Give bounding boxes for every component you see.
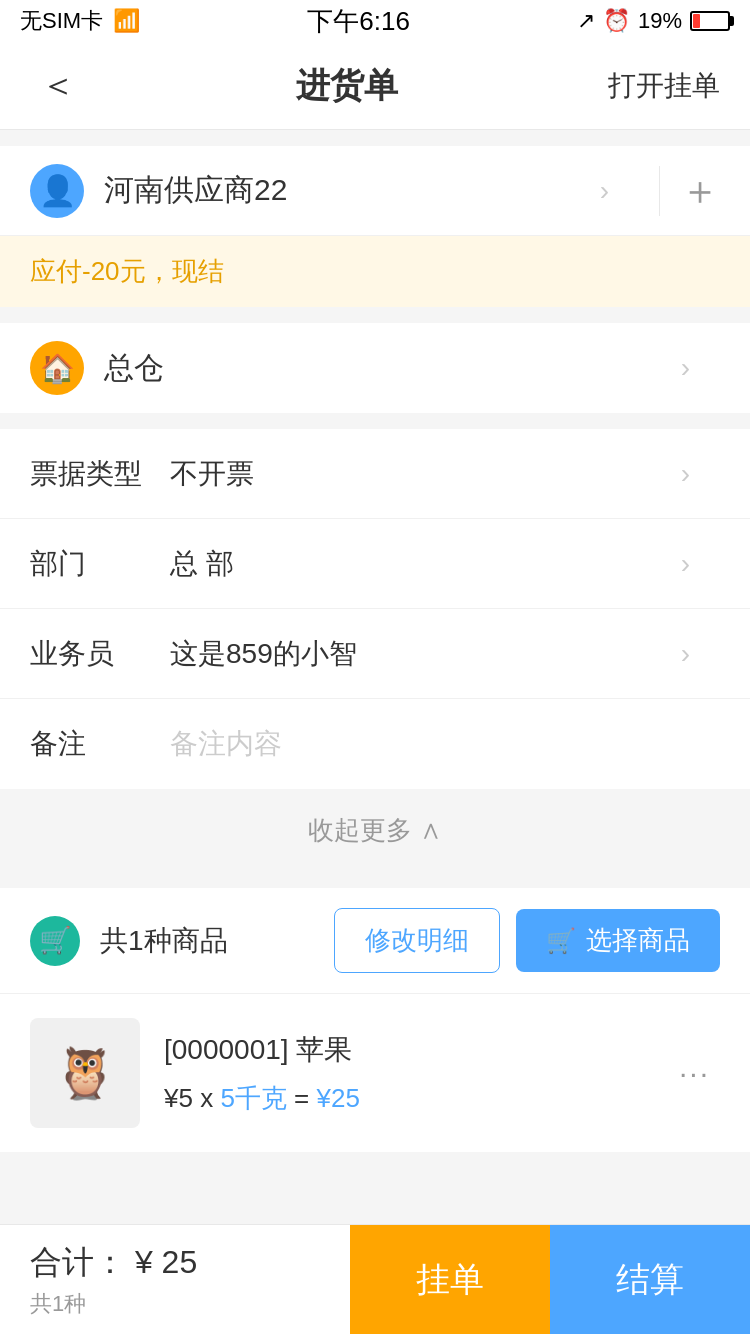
department-chevron-icon: › [681,548,690,580]
supplier-avatar: 👤 [30,164,84,218]
quantity-text: 5千克 [220,1083,286,1113]
salesman-row[interactable]: 业务员 这是859的小智 › [0,609,750,699]
hang-button[interactable]: 挂单 [350,1225,550,1334]
department-label: 部门 [30,545,150,583]
supplier-name: 河南供应商22 [104,170,600,211]
total-value: ¥ 25 [135,1244,197,1280]
avatar-icon: 👤 [39,173,76,208]
status-bar: 无SIM卡 📶 下午6:16 ↗ ⏰ 19% [0,0,750,42]
department-row[interactable]: 部门 总 部 › [0,519,750,609]
remark-input[interactable]: 备注内容 [150,725,720,763]
checkout-button[interactable]: 结算 [550,1225,750,1334]
product-price: ¥5 x 5千克 = ¥25 [164,1081,669,1116]
battery-icon [690,11,730,31]
open-hang-button[interactable]: 打开挂单 [608,67,720,105]
owl-icon: 🦉 [54,1044,116,1102]
collapse-label: 收起更多 ∧ [308,815,441,845]
status-left: 无SIM卡 📶 [20,6,140,36]
product-info: [0000001] 苹果 ¥5 x 5千克 = ¥25 [164,1031,669,1116]
info-section: 票据类型 不开票 › 部门 总 部 › 业务员 这是859的小智 › 备注 备注… [0,429,750,789]
warehouse-icon-wrap: 🏠 [30,341,84,395]
nav-bar: ＜ 进货单 打开挂单 [0,42,750,130]
unit-price: ¥5 x [164,1083,220,1113]
battery-text: 19% [638,8,682,34]
wifi-icon: 📶 [113,8,140,34]
total-amount: 合计： ¥ 25 [30,1241,320,1285]
supplier-chevron-icon: › [600,175,609,207]
total-count: 共1种 [30,1289,320,1319]
bottom-bar: 合计： ¥ 25 共1种 挂单 结算 [0,1224,750,1334]
supplier-divider [659,166,660,216]
product-title: 苹果 [296,1034,352,1065]
product-item: 🦉 [0000001] 苹果 ¥5 x 5千克 = ¥25 ··· [0,994,750,1152]
time-display: 下午6:16 [307,4,410,39]
collapse-bar[interactable]: 收起更多 ∧ [0,789,750,872]
product-thumbnail: 🦉 [30,1018,140,1128]
cart-icon: 🛒 [546,927,576,955]
page-title: 进货单 [296,63,398,109]
back-button[interactable]: ＜ [30,51,86,120]
location-icon: ↗ [577,8,595,34]
salesman-chevron-icon: › [681,638,690,670]
battery-fill [693,14,700,28]
edit-detail-button[interactable]: 修改明细 [334,908,500,973]
invoice-type-chevron-icon: › [681,458,690,490]
salesman-value: 这是859的小智 [150,635,681,673]
warehouse-icon: 🏠 [40,352,75,385]
invoice-type-label: 票据类型 [30,455,150,493]
department-value: 总 部 [150,545,681,583]
remark-row[interactable]: 备注 备注内容 [0,699,750,789]
carrier-text: 无SIM卡 [20,6,103,36]
remark-label: 备注 [30,725,150,763]
salesman-label: 业务员 [30,635,150,673]
product-name: [0000001] 苹果 [164,1031,669,1069]
select-product-label: 选择商品 [586,923,690,958]
notice-banner: 应付-20元，现结 [0,236,750,307]
alarm-icon: ⏰ [603,8,630,34]
warehouse-section: 🏠 总仓 › [0,323,750,413]
add-supplier-icon[interactable]: ＋ [680,163,720,218]
product-code: [0000001] [164,1034,296,1065]
notice-text: 应付-20元，现结 [30,256,224,286]
supplier-section: 👤 河南供应商22 › ＋ 应付-20元，现结 [0,146,750,307]
warehouse-chevron-icon: › [681,352,690,384]
subtotal-text: ¥25 [317,1083,360,1113]
select-product-button[interactable]: 🛒 选择商品 [516,909,720,972]
invoice-type-row[interactable]: 票据类型 不开票 › [0,429,750,519]
supplier-row[interactable]: 👤 河南供应商22 › ＋ [0,146,750,236]
warehouse-row[interactable]: 🏠 总仓 › [0,323,750,413]
warehouse-name: 总仓 [104,348,681,389]
invoice-type-value: 不开票 [150,455,681,493]
equals-sign: = [294,1083,316,1113]
status-right: ↗ ⏰ 19% [577,8,730,34]
more-options-button[interactable]: ··· [669,1046,720,1100]
products-header: 🛒 共1种商品 修改明细 🛒 选择商品 [0,888,750,994]
products-section: 🛒 共1种商品 修改明细 🛒 选择商品 🦉 [0000001] 苹果 ¥5 x … [0,888,750,1152]
products-icon-wrap: 🛒 [30,916,80,966]
products-icon: 🛒 [39,925,71,956]
products-count: 共1种商品 [100,922,334,960]
total-label: 合计： [30,1244,126,1280]
total-section: 合计： ¥ 25 共1种 [0,1241,350,1319]
